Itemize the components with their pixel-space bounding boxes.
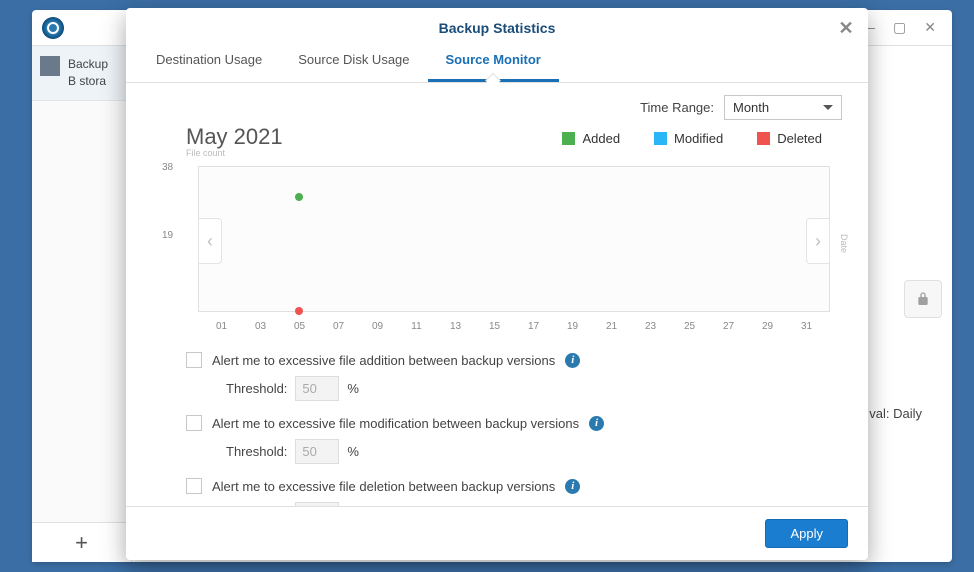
threshold-addition-input[interactable] [295,376,339,401]
data-point-added [295,193,303,201]
tab-source-disk-usage[interactable]: Source Disk Usage [280,42,427,82]
calendar-icon [40,56,60,76]
plot-area [198,166,830,312]
ytick-38: 38 [162,162,173,173]
alert-deletion-checkbox[interactable] [186,478,202,494]
chart-next-button[interactable]: › [806,218,830,264]
time-range-select[interactable]: Month [724,95,842,120]
x-axis-label: Date [839,234,849,253]
sidebar: Backup B stora + [32,46,132,562]
chevron-down-icon [823,105,833,115]
legend-deleted: Deleted [757,131,822,146]
chart-prev-button[interactable]: ‹ [198,218,222,264]
sidebar-task-line1: Backup [68,56,108,73]
close-window-icon[interactable]: ✕ [924,19,936,36]
dialog-title: Backup Statistics ✕ [126,8,868,42]
info-icon[interactable]: i [589,416,604,431]
sidebar-task-text: Backup B stora [68,56,108,90]
data-point-deleted [295,307,303,315]
info-icon[interactable]: i [565,479,580,494]
alert-deletion-label: Alert me to excessive file deletion betw… [212,479,555,494]
app-logo-icon [42,17,64,39]
percent-label: % [347,381,359,396]
alert-addition-label: Alert me to excessive file addition betw… [212,353,555,368]
tab-bar: Destination Usage Source Disk Usage Sour… [126,42,868,83]
alert-modification-checkbox[interactable] [186,415,202,431]
sidebar-task[interactable]: Backup B stora [32,46,131,101]
tab-source-monitor[interactable]: Source Monitor [428,42,559,82]
dialog-footer: Apply [126,506,868,560]
threshold-addition-row: Threshold: % [226,374,842,409]
close-icon[interactable]: ✕ [836,18,856,38]
interval-text: val: Daily [869,406,922,421]
lock-icon [915,291,931,307]
backup-statistics-dialog: Backup Statistics ✕ Destination Usage So… [126,8,868,560]
apply-button[interactable]: Apply [765,519,848,548]
time-range-value: Month [733,100,769,115]
tab-destination-usage[interactable]: Destination Usage [138,42,280,82]
percent-label: % [347,444,359,459]
sidebar-task-line2: B stora [68,73,108,90]
time-range-control: Time Range: Month [152,95,842,120]
lock-panel[interactable] [904,280,942,318]
maximize-icon[interactable]: ▢ [893,19,906,36]
threshold-modification-input[interactable] [295,439,339,464]
chart-legend: Added Modified Deleted [562,131,842,146]
alert-modification-label: Alert me to excessive file modification … [212,416,579,431]
swatch-deleted-icon [757,132,770,145]
time-range-label: Time Range: [640,100,714,115]
info-icon[interactable]: i [565,353,580,368]
chart: 38 19 ‹ › 0103 0507 0911 1315 1719 2123 … [152,160,842,336]
window-controls: — ▢ ✕ [861,19,944,36]
swatch-modified-icon [654,132,667,145]
chart-title: May 2021 [186,124,562,150]
x-axis-ticks: 0103 0507 0911 1315 1719 2123 2527 2931 [198,321,830,332]
alert-addition-checkbox[interactable] [186,352,202,368]
alert-addition-row: Alert me to excessive file addition betw… [186,346,842,374]
ytick-19: 19 [162,230,173,241]
legend-modified: Modified [654,131,723,146]
threshold-label: Threshold: [226,381,287,396]
alert-deletion-row: Alert me to excessive file deletion betw… [186,472,842,500]
legend-added: Added [562,131,620,146]
alert-modification-row: Alert me to excessive file modification … [186,409,842,437]
threshold-modification-row: Threshold: % [226,437,842,472]
add-task-button[interactable]: + [32,522,131,562]
threshold-label: Threshold: [226,444,287,459]
swatch-added-icon [562,132,575,145]
